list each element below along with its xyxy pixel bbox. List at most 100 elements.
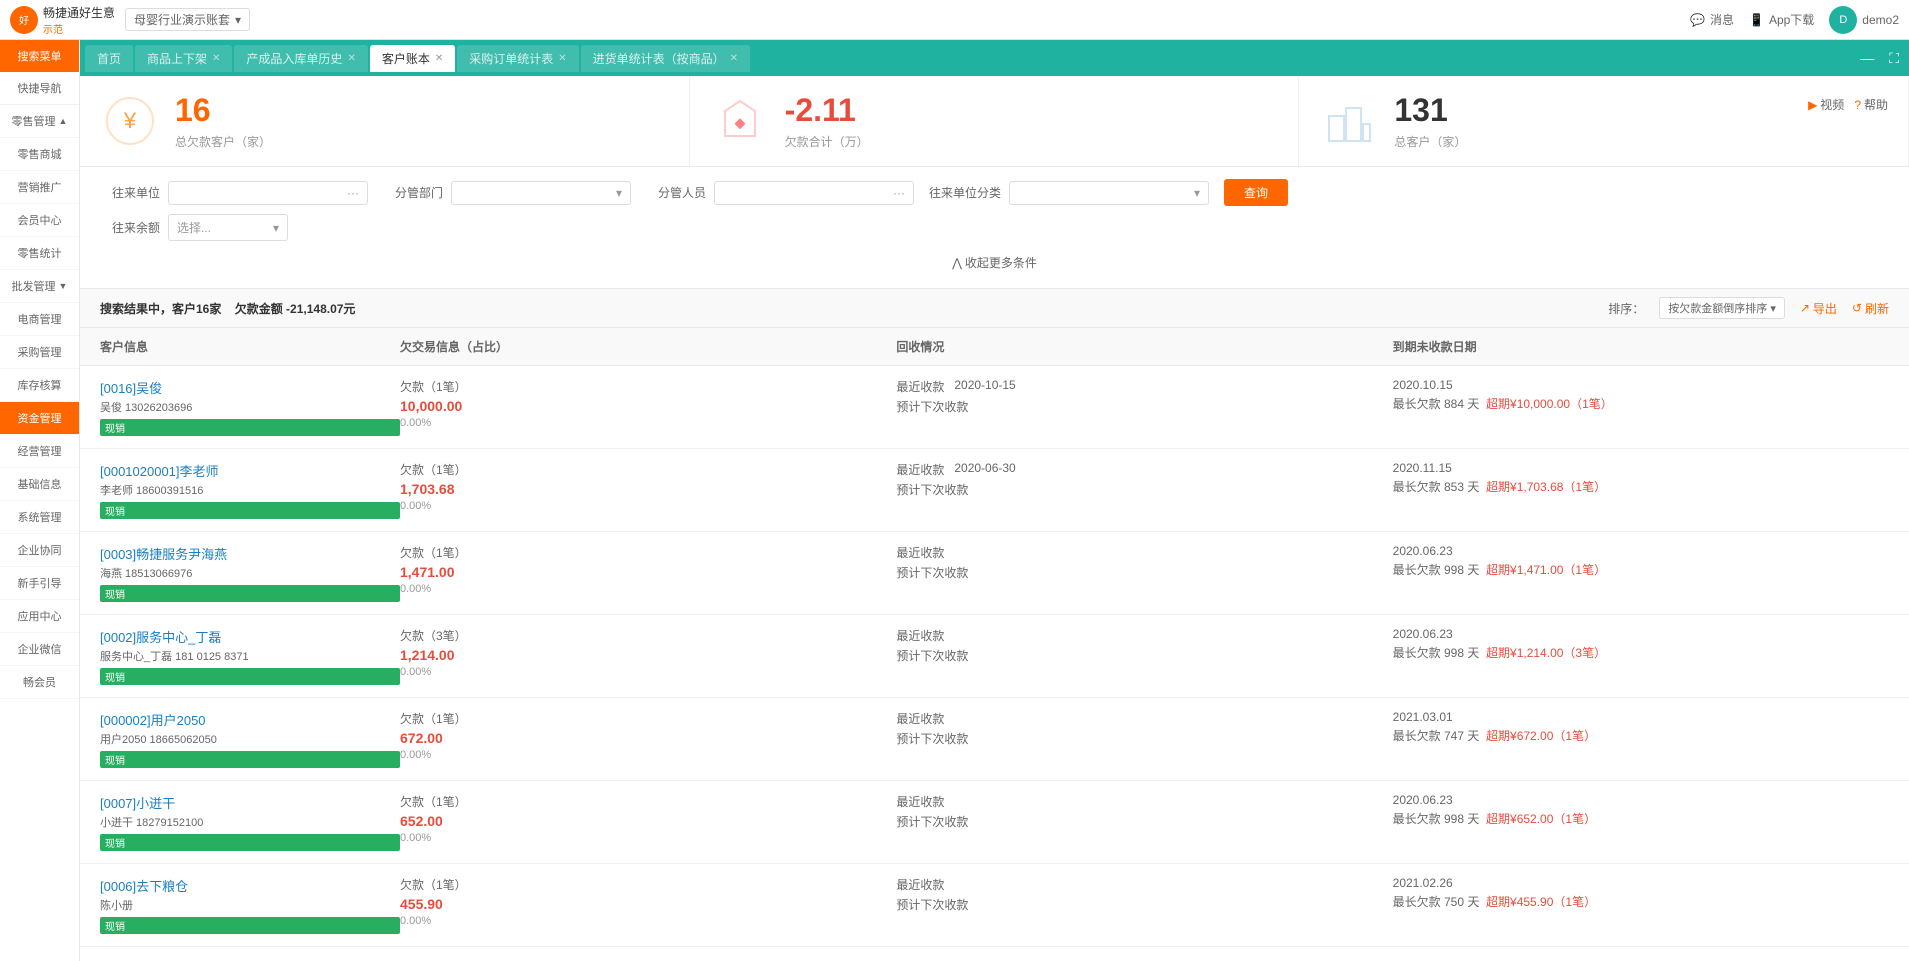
next-payment-row: 预计下次收款 bbox=[896, 647, 1392, 664]
sidebar-item-enterprise-wechat[interactable]: 企业微信 bbox=[0, 633, 79, 666]
sidebar-item-label: 库存核算 bbox=[18, 380, 62, 392]
sidebar-item-app-center[interactable]: 应用中心 bbox=[0, 600, 79, 633]
sort-select[interactable]: 按欠款金额倒序排序 ▾ bbox=[1659, 297, 1785, 319]
tab-label: 采购订单统计表 bbox=[469, 50, 553, 67]
person-input[interactable] bbox=[723, 186, 893, 200]
store-link: 示范 bbox=[43, 21, 115, 36]
sidebar-item-finance[interactable]: 资金管理 bbox=[0, 402, 79, 435]
stat-value: -2.11 bbox=[785, 92, 869, 129]
sidebar-item-inventory[interactable]: 库存核算 bbox=[0, 369, 79, 402]
overdue-days: 最长欠款 998 天 bbox=[1393, 563, 1480, 577]
overdue-link[interactable]: 超期¥1,703.68（1笔） bbox=[1486, 480, 1606, 494]
stat-label: 总客户（家） bbox=[1394, 133, 1466, 150]
filter-dept-dropdown[interactable]: ▾ bbox=[451, 181, 631, 205]
customer-name-link[interactable]: [0003]畅捷服务尹海燕 bbox=[100, 544, 400, 563]
sidebar-item-label: 零售商城 bbox=[18, 149, 62, 161]
sidebar-item-retail-mgmt[interactable]: 零售管理 ▲ bbox=[0, 105, 79, 138]
svg-text:¥: ¥ bbox=[123, 108, 137, 133]
sidebar-quick-nav-btn[interactable]: 快捷导航 bbox=[0, 72, 79, 105]
collapse-filter-btn[interactable]: ⋀ 收起更多条件 bbox=[100, 249, 1889, 276]
sidebar-item-new-guide[interactable]: 新手引导 bbox=[0, 567, 79, 600]
overdue-info: 2021.02.26 最长欠款 750 天 超期¥455.90（1笔） bbox=[1393, 876, 1889, 910]
sidebar-item-sys-mgmt[interactable]: 系统管理 bbox=[0, 501, 79, 534]
close-icon[interactable]: ✕ bbox=[730, 53, 738, 64]
close-icon[interactable]: ✕ bbox=[347, 53, 355, 64]
sidebar-item-retail-stats[interactable]: 零售统计 bbox=[0, 237, 79, 270]
sort-label: 排序： bbox=[1608, 300, 1644, 317]
app-logo-text: 畅捷通好生意 示范 bbox=[43, 4, 115, 36]
store-selector[interactable]: 母婴行业演示账套 ▾ bbox=[125, 8, 250, 31]
overdue-link[interactable]: 超期¥672.00（1笔） bbox=[1486, 729, 1596, 743]
sidebar-item-marketing[interactable]: 营销推广 bbox=[0, 171, 79, 204]
sidebar-item-label: 零售管理 bbox=[12, 113, 56, 129]
app-download-btn[interactable]: 📱 App下载 bbox=[1749, 11, 1814, 28]
tab-label: 进货单统计表（按商品） bbox=[593, 50, 725, 67]
tab-purchase-order[interactable]: 采购订单统计表 ✕ bbox=[457, 45, 578, 72]
sidebar-item-batch-mgmt[interactable]: 批发管理 ▼ bbox=[0, 270, 79, 303]
debt-percent: 0.00% bbox=[400, 500, 896, 512]
overdue-link[interactable]: 超期¥10,000.00（1笔） bbox=[1486, 397, 1613, 411]
customer-name-link[interactable]: [0001020001]李老师 bbox=[100, 461, 400, 480]
sidebar-item-member-vip[interactable]: 畅会员 bbox=[0, 666, 79, 699]
customer-name-link[interactable]: [0016]吴俊 bbox=[100, 378, 400, 397]
export-button[interactable]: ↗ 导出 bbox=[1800, 300, 1837, 317]
overdue-days: 最长欠款 998 天 bbox=[1393, 646, 1480, 660]
results-summary: 搜索结果中，客户16家 欠款金额 -21,148.07元 bbox=[100, 300, 355, 317]
username-label: demo2 bbox=[1862, 13, 1899, 27]
search-button[interactable]: 查询 bbox=[1224, 179, 1288, 206]
results-debt-amount: 欠款金额 -21,148.07元 bbox=[235, 302, 356, 316]
customer-name-link[interactable]: [0002]服务中心_丁磊 bbox=[100, 627, 400, 646]
close-icon[interactable]: ✕ bbox=[435, 53, 443, 64]
overdue-link[interactable]: 超期¥652.00（1笔） bbox=[1486, 812, 1596, 826]
help-btn[interactable]: ? 帮助 bbox=[1854, 96, 1888, 113]
debt-count: 欠款（1笔） bbox=[400, 378, 896, 395]
top-bar-right: 💬 消息 📱 App下载 D demo2 bbox=[1690, 6, 1899, 34]
maximize-icon[interactable]: ⛶ bbox=[1884, 48, 1904, 69]
customer-name-text: 去下粮仓 bbox=[136, 879, 188, 894]
unit-input[interactable] bbox=[177, 186, 347, 200]
tab-customer-account[interactable]: 客户账本 ✕ bbox=[370, 45, 455, 72]
sidebar-item-purchase[interactable]: 采购管理 bbox=[0, 336, 79, 369]
video-icon: ▶ bbox=[1808, 98, 1817, 112]
overdue-link[interactable]: 超期¥455.90（1笔） bbox=[1486, 895, 1596, 909]
filter-item-unit-category: 往来单位分类 ▾ bbox=[929, 181, 1209, 205]
sidebar-search[interactable]: 搜索菜单 bbox=[0, 40, 79, 72]
debt-percent: 0.00% bbox=[400, 417, 896, 429]
filter-unit-category-dropdown[interactable]: ▾ bbox=[1009, 181, 1209, 205]
sidebar-item-ecom[interactable]: 电商管理 bbox=[0, 303, 79, 336]
filter-input-unit[interactable]: ··· bbox=[168, 181, 368, 205]
customer-name-link[interactable]: [000002]用户2050 bbox=[100, 710, 400, 729]
stat-icon-debt-customers: ¥ bbox=[100, 91, 160, 151]
last-payment-label: 最近收款 bbox=[896, 544, 944, 561]
customer-name-link[interactable]: [0007]小迸干 bbox=[100, 793, 400, 812]
close-icon[interactable]: ✕ bbox=[212, 53, 220, 64]
sidebar-item-basic-info[interactable]: 基础信息 bbox=[0, 468, 79, 501]
sidebar-item-enterprise[interactable]: 企业协同 bbox=[0, 534, 79, 567]
ellipsis-icon: ··· bbox=[893, 186, 905, 200]
overdue-date: 2020.06.23 bbox=[1393, 627, 1889, 641]
overdue-link[interactable]: 超期¥1,471.00（1笔） bbox=[1486, 563, 1606, 577]
overdue-detail: 最长欠款 750 天 超期¥455.90（1笔） bbox=[1393, 893, 1889, 910]
tab-product-history[interactable]: 产成品入库单历史 ✕ bbox=[234, 45, 367, 72]
tab-product-shelf[interactable]: 商品上下架 ✕ bbox=[135, 45, 232, 72]
minimize-icon[interactable]: — bbox=[1855, 48, 1879, 69]
collection-info: 最近收款 预计下次收款 bbox=[896, 876, 1392, 913]
svg-text:⬥: ⬥ bbox=[734, 115, 746, 132]
message-btn[interactable]: 💬 消息 bbox=[1690, 11, 1734, 28]
sidebar-item-member[interactable]: 会员中心 bbox=[0, 204, 79, 237]
customer-phone: 吴俊 13026203696 bbox=[100, 399, 400, 415]
user-profile[interactable]: D demo2 bbox=[1829, 6, 1899, 34]
filter-item-unit: 往来单位 ··· bbox=[100, 181, 368, 205]
customer-name-link[interactable]: [0006]去下粮仓 bbox=[100, 876, 400, 895]
sidebar-item-biz-mgmt[interactable]: 经营管理 bbox=[0, 435, 79, 468]
refresh-button[interactable]: ↺ 刷新 bbox=[1852, 300, 1889, 317]
overdue-link[interactable]: 超期¥1,214.00（3笔） bbox=[1486, 646, 1606, 660]
sidebar-item-retail-mall[interactable]: 零售商城 bbox=[0, 138, 79, 171]
tab-home[interactable]: 首页 bbox=[85, 45, 133, 72]
overdue-days: 最长欠款 998 天 bbox=[1393, 812, 1480, 826]
close-icon[interactable]: ✕ bbox=[558, 53, 566, 64]
filter-balance-dropdown[interactable]: 选择... ▾ bbox=[168, 214, 288, 241]
filter-input-person[interactable]: ··· bbox=[714, 181, 914, 205]
tab-import-stats[interactable]: 进货单统计表（按商品） ✕ bbox=[581, 45, 750, 72]
video-btn[interactable]: ▶ 视频 bbox=[1808, 96, 1844, 113]
